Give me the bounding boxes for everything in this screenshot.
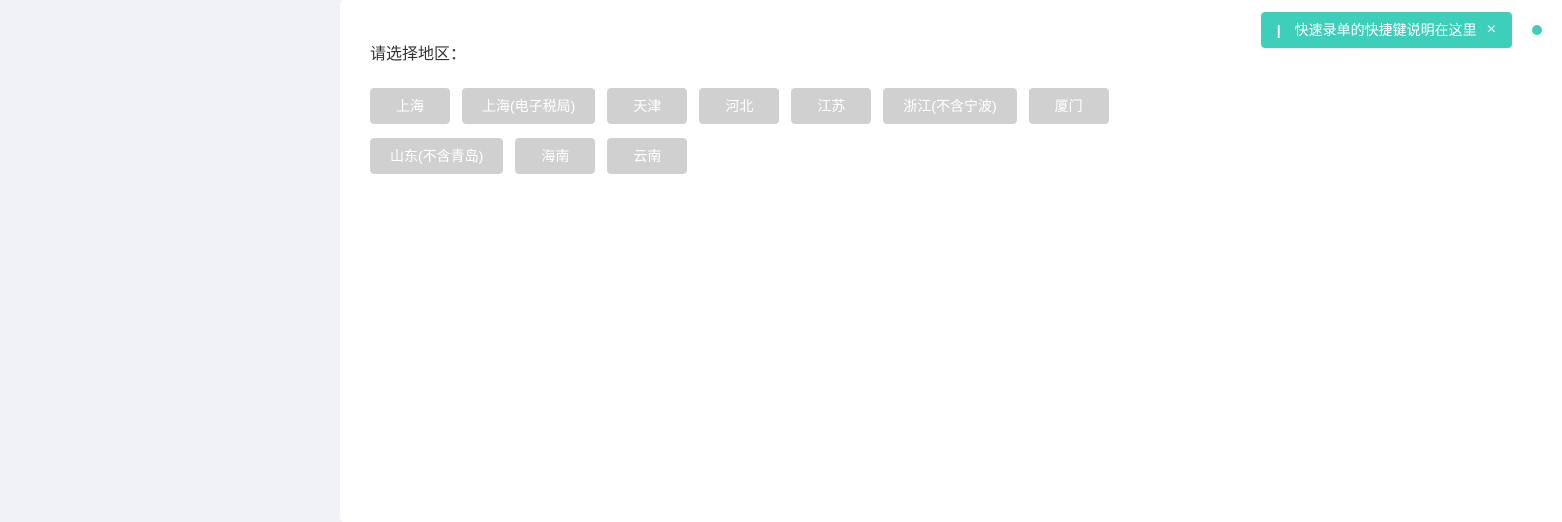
sidebar (0, 0, 340, 522)
region-btn-shanghai[interactable]: 上海 (370, 88, 450, 124)
tooltip-text: 快速录单的快捷键说明在这里 (1295, 20, 1477, 40)
region-btn-xiamen[interactable]: 厦门 (1029, 88, 1109, 124)
region-btn-jiangsu[interactable]: 江苏 (791, 88, 871, 124)
region-btn-hainan[interactable]: 海南 (515, 138, 595, 174)
region-row-2: 山东(不含青岛) 海南云南 (370, 138, 1532, 174)
region-btn-shanghai-etax[interactable]: 上海(电子税局) (462, 88, 595, 124)
region-btn-zhejiang[interactable]: 浙江(不含宁波) (883, 88, 1016, 124)
main-content: 请选择地区： 上海上海(电子税局)天津河北江苏浙江(不含宁波)厦门 山东(不含青… (340, 0, 1562, 522)
region-btn-tianjin[interactable]: 天津 (607, 88, 687, 124)
tooltip-close-button[interactable]: × (1487, 22, 1496, 38)
tooltip-banner: 快速录单的快捷键说明在这里 × (1261, 12, 1512, 48)
region-btn-hebei[interactable]: 河北 (699, 88, 779, 124)
tooltip-dot (1532, 25, 1542, 35)
region-row-1: 上海上海(电子税局) 天津河北江苏浙江(不含宁波) 厦门 (370, 88, 1532, 124)
region-btn-shandong[interactable]: 山东(不含青岛) (370, 138, 503, 174)
region-btn-yunnan[interactable]: 云南 (607, 138, 687, 174)
